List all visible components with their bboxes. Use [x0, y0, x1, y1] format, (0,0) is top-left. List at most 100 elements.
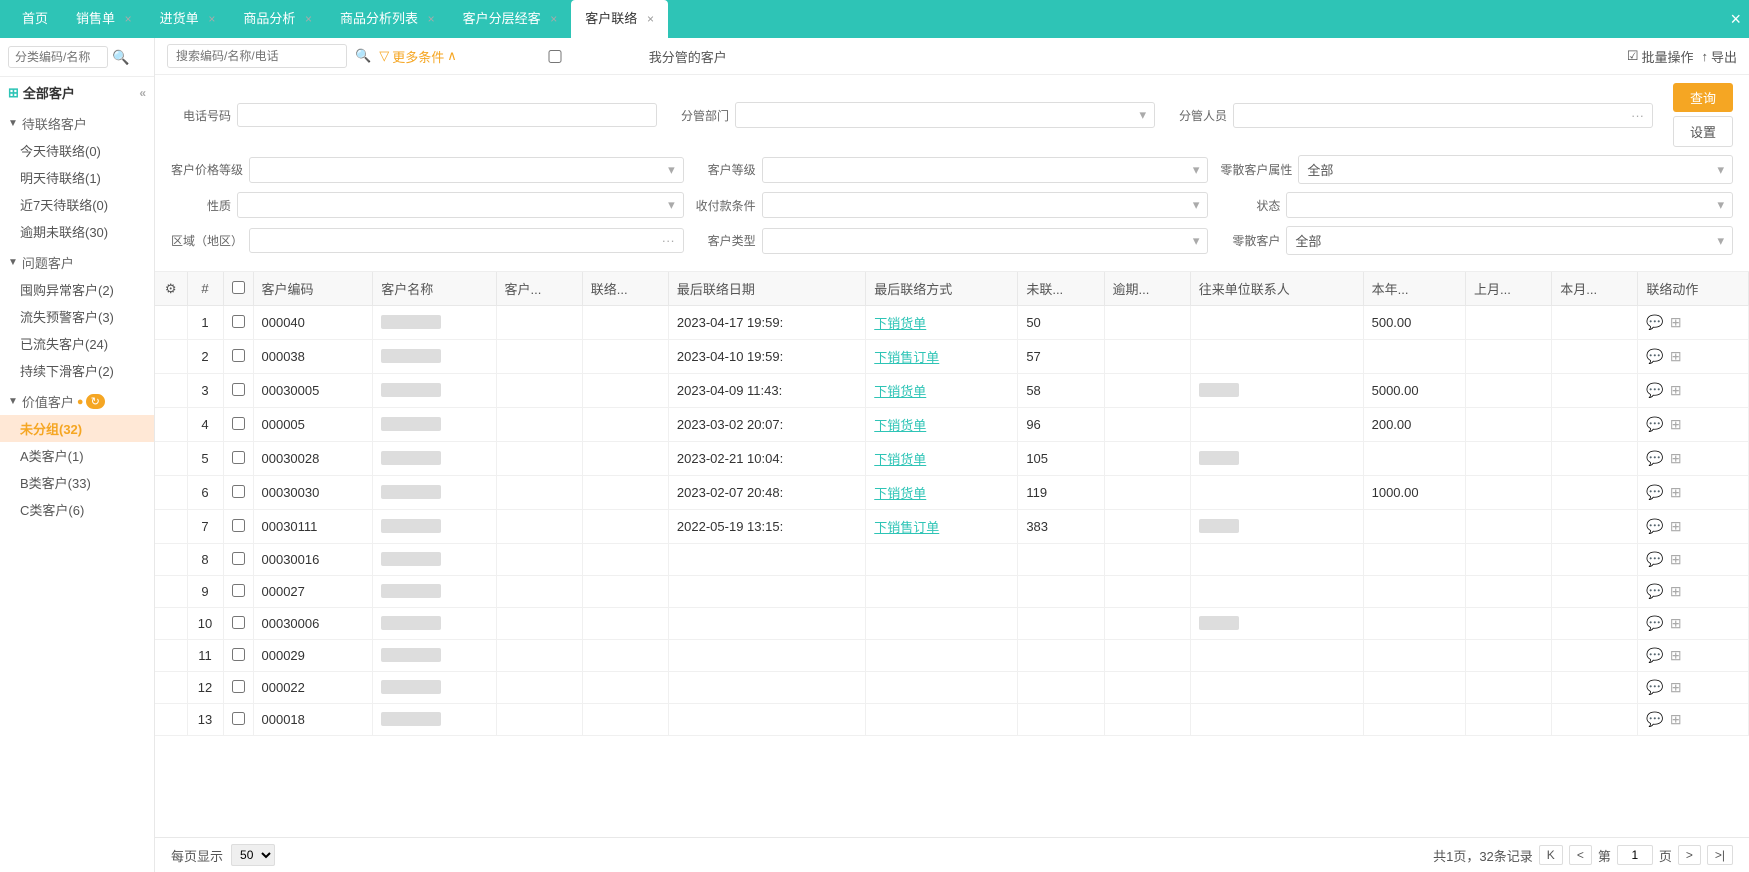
- phone-action-icon[interactable]: 💬: [1646, 551, 1663, 568]
- price-level-select[interactable]: ▾: [249, 157, 684, 183]
- phone-action-icon[interactable]: 💬: [1646, 450, 1663, 467]
- nav-product-list[interactable]: 商品分析列表 ×: [326, 0, 449, 38]
- sidebar-item-today[interactable]: 今天待联络(0): [0, 137, 154, 164]
- phone-action-icon[interactable]: 💬: [1646, 711, 1663, 728]
- sidebar-item-overdue[interactable]: 逾期未联络(30): [0, 218, 154, 245]
- more-action-icon[interactable]: ⊞: [1670, 679, 1682, 696]
- nav-purchase[interactable]: 进货单 ×: [146, 0, 230, 38]
- search-input[interactable]: [167, 44, 347, 68]
- phone-action-icon[interactable]: 💬: [1646, 314, 1663, 331]
- row-checkbox[interactable]: [232, 417, 245, 430]
- next-page-btn[interactable]: >: [1678, 845, 1701, 865]
- first-page-btn[interactable]: K: [1539, 845, 1563, 865]
- reset-button[interactable]: 设置: [1673, 116, 1733, 147]
- sidebar-item-hoarding[interactable]: 囤购异常客户(2): [0, 276, 154, 303]
- more-action-icon[interactable]: ⊞: [1670, 518, 1682, 535]
- last-method-link[interactable]: 下销货单: [874, 418, 926, 433]
- page-number-input[interactable]: [1617, 845, 1653, 865]
- row-checkbox-cell[interactable]: [223, 640, 253, 672]
- sidebar-all-customers[interactable]: ⊞ 全部客户 «: [0, 77, 154, 108]
- phone-action-icon[interactable]: 💬: [1646, 484, 1663, 501]
- last-method-link[interactable]: 下销货单: [874, 316, 926, 331]
- th-settings[interactable]: ⚙: [155, 272, 187, 306]
- row-checkbox-cell[interactable]: [223, 408, 253, 442]
- status-select[interactable]: ▾: [1286, 192, 1733, 218]
- row-checkbox[interactable]: [232, 349, 245, 362]
- row-checkbox[interactable]: [232, 616, 245, 629]
- nav-sales[interactable]: 销售单 ×: [62, 0, 146, 38]
- row-checkbox[interactable]: [232, 648, 245, 661]
- sidebar-item-churned[interactable]: 已流失客户(24): [0, 330, 154, 357]
- nav-sales-close[interactable]: ×: [125, 12, 132, 26]
- customer-level-select[interactable]: ▾: [762, 157, 1209, 183]
- nav-customer-contact[interactable]: 客户联络 ×: [571, 0, 668, 38]
- last-page-btn[interactable]: >|: [1707, 845, 1733, 865]
- phone-action-icon[interactable]: 💬: [1646, 416, 1663, 433]
- row-checkbox[interactable]: [232, 383, 245, 396]
- more-action-icon[interactable]: ⊞: [1670, 348, 1682, 365]
- row-checkbox-cell[interactable]: [223, 510, 253, 544]
- nav-purchase-close[interactable]: ×: [208, 12, 215, 26]
- nav-home[interactable]: 首页: [8, 0, 62, 38]
- phone-action-icon[interactable]: 💬: [1646, 382, 1663, 399]
- phone-input[interactable]: [237, 103, 657, 127]
- sidebar-group-problem-header[interactable]: ▼ 问题客户: [0, 249, 154, 276]
- phone-action-icon[interactable]: 💬: [1646, 615, 1663, 632]
- sidebar-item-declining[interactable]: 持续下滑客户(2): [0, 357, 154, 384]
- row-checkbox[interactable]: [232, 712, 245, 725]
- more-action-icon[interactable]: ⊞: [1670, 382, 1682, 399]
- row-checkbox[interactable]: [232, 584, 245, 597]
- th-checkbox[interactable]: [223, 272, 253, 306]
- sidebar-search-input[interactable]: [8, 46, 108, 68]
- row-checkbox[interactable]: [232, 315, 245, 328]
- row-checkbox[interactable]: [232, 552, 245, 565]
- phone-action-icon[interactable]: 💬: [1646, 583, 1663, 600]
- row-checkbox-cell[interactable]: [223, 476, 253, 510]
- sidebar-item-class-c[interactable]: C类客户(6): [0, 496, 154, 523]
- phone-action-icon[interactable]: 💬: [1646, 518, 1663, 535]
- nav-customer-segment[interactable]: 客户分层经客 ×: [449, 0, 572, 38]
- collapse-icon[interactable]: «: [139, 86, 146, 100]
- more-action-icon[interactable]: ⊞: [1670, 551, 1682, 568]
- row-checkbox-cell[interactable]: [223, 442, 253, 476]
- last-method-link[interactable]: 下销货单: [874, 486, 926, 501]
- retail-attr-select[interactable]: 全部 ▾: [1298, 155, 1733, 184]
- sidebar-item-class-a[interactable]: A类客户(1): [0, 442, 154, 469]
- row-checkbox-cell[interactable]: [223, 340, 253, 374]
- row-checkbox-cell[interactable]: [223, 306, 253, 340]
- manager-select[interactable]: ···: [1233, 103, 1653, 128]
- nav-customer-contact-close[interactable]: ×: [647, 12, 654, 26]
- more-action-icon[interactable]: ⊞: [1670, 615, 1682, 632]
- row-checkbox[interactable]: [232, 519, 245, 532]
- more-action-icon[interactable]: ⊞: [1670, 711, 1682, 728]
- row-checkbox-cell[interactable]: [223, 672, 253, 704]
- sidebar-group-pending-header[interactable]: ▼ 待联络客户: [0, 110, 154, 137]
- area-select[interactable]: ···: [249, 228, 684, 253]
- prev-page-btn[interactable]: <: [1569, 845, 1592, 865]
- last-method-link[interactable]: 下销货单: [874, 384, 926, 399]
- row-checkbox[interactable]: [232, 485, 245, 498]
- more-action-icon[interactable]: ⊞: [1670, 647, 1682, 664]
- my-customers-check[interactable]: [465, 50, 645, 63]
- query-button[interactable]: 查询: [1673, 83, 1733, 112]
- settings-icon[interactable]: ⚙: [165, 281, 177, 296]
- more-action-icon[interactable]: ⊞: [1670, 416, 1682, 433]
- nav-customer-segment-close[interactable]: ×: [550, 12, 557, 26]
- row-checkbox-cell[interactable]: [223, 608, 253, 640]
- last-method-link[interactable]: 下销售订单: [874, 350, 939, 365]
- sidebar-item-class-b[interactable]: B类客户(33): [0, 469, 154, 496]
- more-action-icon[interactable]: ⊞: [1670, 484, 1682, 501]
- sidebar-group-value-header[interactable]: ▼ 价值客户 ● ↻: [0, 388, 154, 415]
- customer-type-select[interactable]: ▾: [762, 228, 1209, 254]
- search-icon[interactable]: 🔍: [355, 48, 371, 64]
- row-checkbox-cell[interactable]: [223, 374, 253, 408]
- sidebar-item-ungroup[interactable]: 未分组(32): [0, 415, 154, 442]
- last-method-link[interactable]: 下销货单: [874, 452, 926, 467]
- per-page-select[interactable]: 50: [231, 844, 275, 866]
- row-checkbox-cell[interactable]: [223, 704, 253, 736]
- row-checkbox[interactable]: [232, 680, 245, 693]
- row-checkbox[interactable]: [232, 451, 245, 464]
- property-select[interactable]: ▾: [237, 192, 684, 218]
- sidebar-item-churn-warn[interactable]: 流失预警客户(3): [0, 303, 154, 330]
- retail-customer-select[interactable]: 全部 ▾: [1286, 226, 1733, 255]
